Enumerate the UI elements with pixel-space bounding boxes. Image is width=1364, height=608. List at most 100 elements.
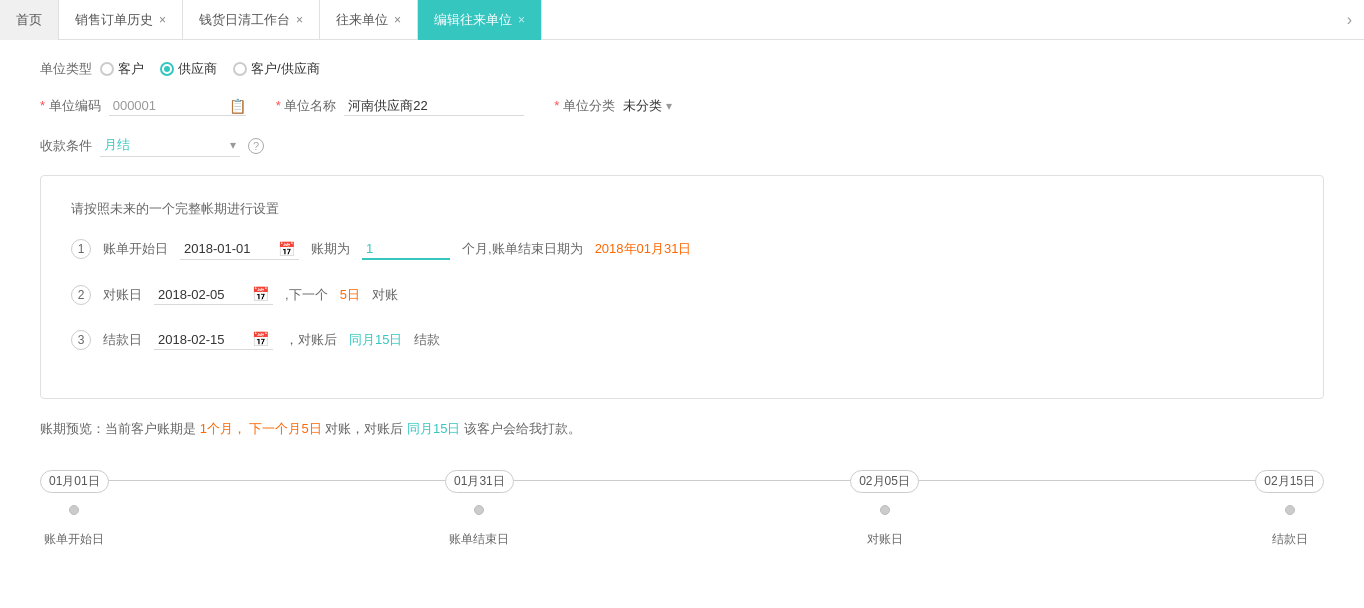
payment-terms-label: 收款条件 — [40, 137, 92, 155]
tab-cash-work-label: 钱货日清工作台 — [199, 11, 290, 29]
timeline-date-2: 02月05日 — [850, 470, 919, 493]
row-suffix-3b: 结款 — [414, 331, 440, 349]
timeline-point-0: 01月01日 账单开始日 — [40, 470, 109, 548]
tab-sales-history-label: 销售订单历史 — [75, 11, 153, 29]
payment-terms-arrow: ▾ — [230, 138, 236, 152]
row-num-1: 1 — [71, 239, 91, 259]
payment-terms-field: 收款条件 月结 ▾ ? — [40, 134, 264, 157]
setting-row-3: 3 结款日 📅 ，对账后 同月15日 结款 — [71, 329, 1293, 350]
preview-part3: 同月15日 — [407, 421, 460, 436]
radio-supplier-circle — [160, 62, 174, 76]
preview-prefix: 账期预览：当前客户账期是 — [40, 421, 196, 436]
setting-instruction: 请按照未来的一个完整帐期进行设置 — [71, 200, 1293, 218]
unit-category-value: 未分类 — [623, 97, 662, 115]
row-label-1: 账单开始日 — [103, 240, 168, 258]
preview-text: 账期预览：当前客户账期是 1个月， 下一个月5日 对账，对账后 同月15日 该客… — [40, 419, 1324, 440]
cal-icon-1[interactable]: 📅 — [278, 241, 295, 257]
row-suffix-2a: ,下一个 — [285, 286, 328, 304]
row-num-2: 2 — [71, 285, 91, 305]
radio-both[interactable]: 客户/供应商 — [233, 60, 320, 78]
unit-name-field: 单位名称 — [276, 96, 525, 116]
date-input-2: 📅 — [154, 284, 273, 305]
preview-part1: 1个月， — [200, 421, 246, 436]
tab-partners-close[interactable]: × — [394, 13, 401, 27]
unit-code-label: 单位编码 — [40, 97, 101, 115]
radio-customer[interactable]: 客户 — [100, 60, 144, 78]
timeline-point-3: 02月15日 结款日 — [1255, 470, 1324, 548]
row-num-3: 3 — [71, 330, 91, 350]
timeline-point-1: 01月31日 账单结束日 — [445, 470, 514, 548]
tab-home-label: 首页 — [16, 11, 42, 29]
row-highlight-3: 同月15日 — [349, 331, 402, 349]
tab-cash-work-close[interactable]: × — [296, 13, 303, 27]
unit-type-field: 单位类型 客户 供应商 客户/供应商 — [40, 60, 320, 78]
preview-part2: 下一个月5日 — [249, 421, 321, 436]
setting-row-2: 2 对账日 📅 ,下一个 5日 对账 — [71, 284, 1293, 305]
timeline-date-3: 02月15日 — [1255, 470, 1324, 493]
payment-terms-row: 收款条件 月结 ▾ ? — [40, 134, 1324, 157]
date-input-3: 📅 — [154, 329, 273, 350]
preview-middle: 对账，对账后 — [325, 421, 403, 436]
copy-icon[interactable]: 📋 — [229, 98, 246, 114]
date-input-1: 📅 — [180, 239, 299, 260]
radio-supplier[interactable]: 供应商 — [160, 60, 217, 78]
timeline-date-1: 01月31日 — [445, 470, 514, 493]
month-unit: 个月,账单结束日期为 — [462, 240, 583, 258]
unit-info-row: 单位编码 📋 单位名称 单位分类 未分类 ▾ — [40, 96, 1324, 116]
tab-home[interactable]: 首页 — [0, 0, 59, 40]
radio-supplier-label: 供应商 — [178, 60, 217, 78]
tabs-bar: 首页 销售订单历史 × 钱货日清工作台 × 往来单位 × 编辑往来单位 × › — [0, 0, 1364, 40]
radio-customer-label: 客户 — [118, 60, 144, 78]
unit-category-field: 单位分类 未分类 ▾ — [554, 97, 743, 115]
tab-cash-work[interactable]: 钱货日清工作台 × — [183, 0, 320, 40]
timeline-point-2: 02月05日 对账日 — [850, 470, 919, 548]
preview-suffix: 该客户会给我打款。 — [464, 421, 581, 436]
tabs-chevron[interactable]: › — [1335, 11, 1364, 29]
timeline-dot-2 — [880, 505, 890, 515]
row-suffix-3a: ，对账后 — [285, 331, 337, 349]
timeline-label-1: 账单结束日 — [449, 531, 509, 548]
timeline-dot-0 — [69, 505, 79, 515]
radio-customer-circle — [100, 62, 114, 76]
row-highlight-2: 5日 — [340, 286, 360, 304]
unit-type-label: 单位类型 — [40, 60, 92, 78]
help-icon[interactable]: ? — [248, 138, 264, 154]
main-content: 单位类型 客户 供应商 客户/供应商 单位编码 — [0, 40, 1364, 608]
tab-sales-history-close[interactable]: × — [159, 13, 166, 27]
unit-name-input[interactable] — [344, 96, 524, 116]
cal-icon-2[interactable]: 📅 — [252, 286, 269, 302]
timeline-dot-3 — [1285, 505, 1295, 515]
row-suffix-1: 账期为 — [311, 240, 350, 258]
tab-partners[interactable]: 往来单位 × — [320, 0, 418, 40]
radio-both-circle — [233, 62, 247, 76]
timeline-wrapper: 01月01日 账单开始日 01月31日 账单结束日 02月05日 — [40, 460, 1324, 578]
unit-category-label: 单位分类 — [554, 97, 615, 115]
unit-category-select[interactable]: 未分类 ▾ — [623, 97, 743, 115]
unit-name-label: 单位名称 — [276, 97, 337, 115]
unit-code-input[interactable] — [109, 96, 229, 115]
tab-sales-history[interactable]: 销售订单历史 × — [59, 0, 183, 40]
tab-partners-label: 往来单位 — [336, 11, 388, 29]
payment-date-input[interactable] — [158, 332, 248, 347]
row-label-3: 结款日 — [103, 331, 142, 349]
tab-edit-partner[interactable]: 编辑往来单位 × — [418, 0, 542, 40]
reconcile-date-input[interactable] — [158, 287, 248, 302]
unit-type-row: 单位类型 客户 供应商 客户/供应商 — [40, 60, 1324, 78]
month-input[interactable] — [366, 241, 446, 256]
row-label-2: 对账日 — [103, 286, 142, 304]
unit-type-radio-group: 客户 供应商 客户/供应商 — [100, 60, 320, 78]
start-date-input[interactable] — [184, 241, 274, 256]
setting-box: 请按照未来的一个完整帐期进行设置 1 账单开始日 📅 账期为 个月,账单结束日期… — [40, 175, 1324, 399]
end-date-highlight: 2018年01月31日 — [595, 240, 692, 258]
timeline-label-2: 对账日 — [867, 531, 903, 548]
timeline-label-3: 结款日 — [1272, 531, 1308, 548]
month-input-wrapper — [362, 238, 450, 260]
timeline-label-0: 账单开始日 — [44, 531, 104, 548]
payment-terms-value: 月结 — [104, 136, 230, 154]
unit-category-arrow: ▾ — [666, 99, 672, 113]
unit-code-field: 单位编码 📋 — [40, 96, 246, 116]
cal-icon-3[interactable]: 📅 — [252, 331, 269, 347]
setting-row-1: 1 账单开始日 📅 账期为 个月,账单结束日期为 2018年01月31日 — [71, 238, 1293, 260]
payment-terms-select[interactable]: 月结 ▾ — [100, 134, 240, 157]
tab-edit-partner-close[interactable]: × — [518, 13, 525, 27]
